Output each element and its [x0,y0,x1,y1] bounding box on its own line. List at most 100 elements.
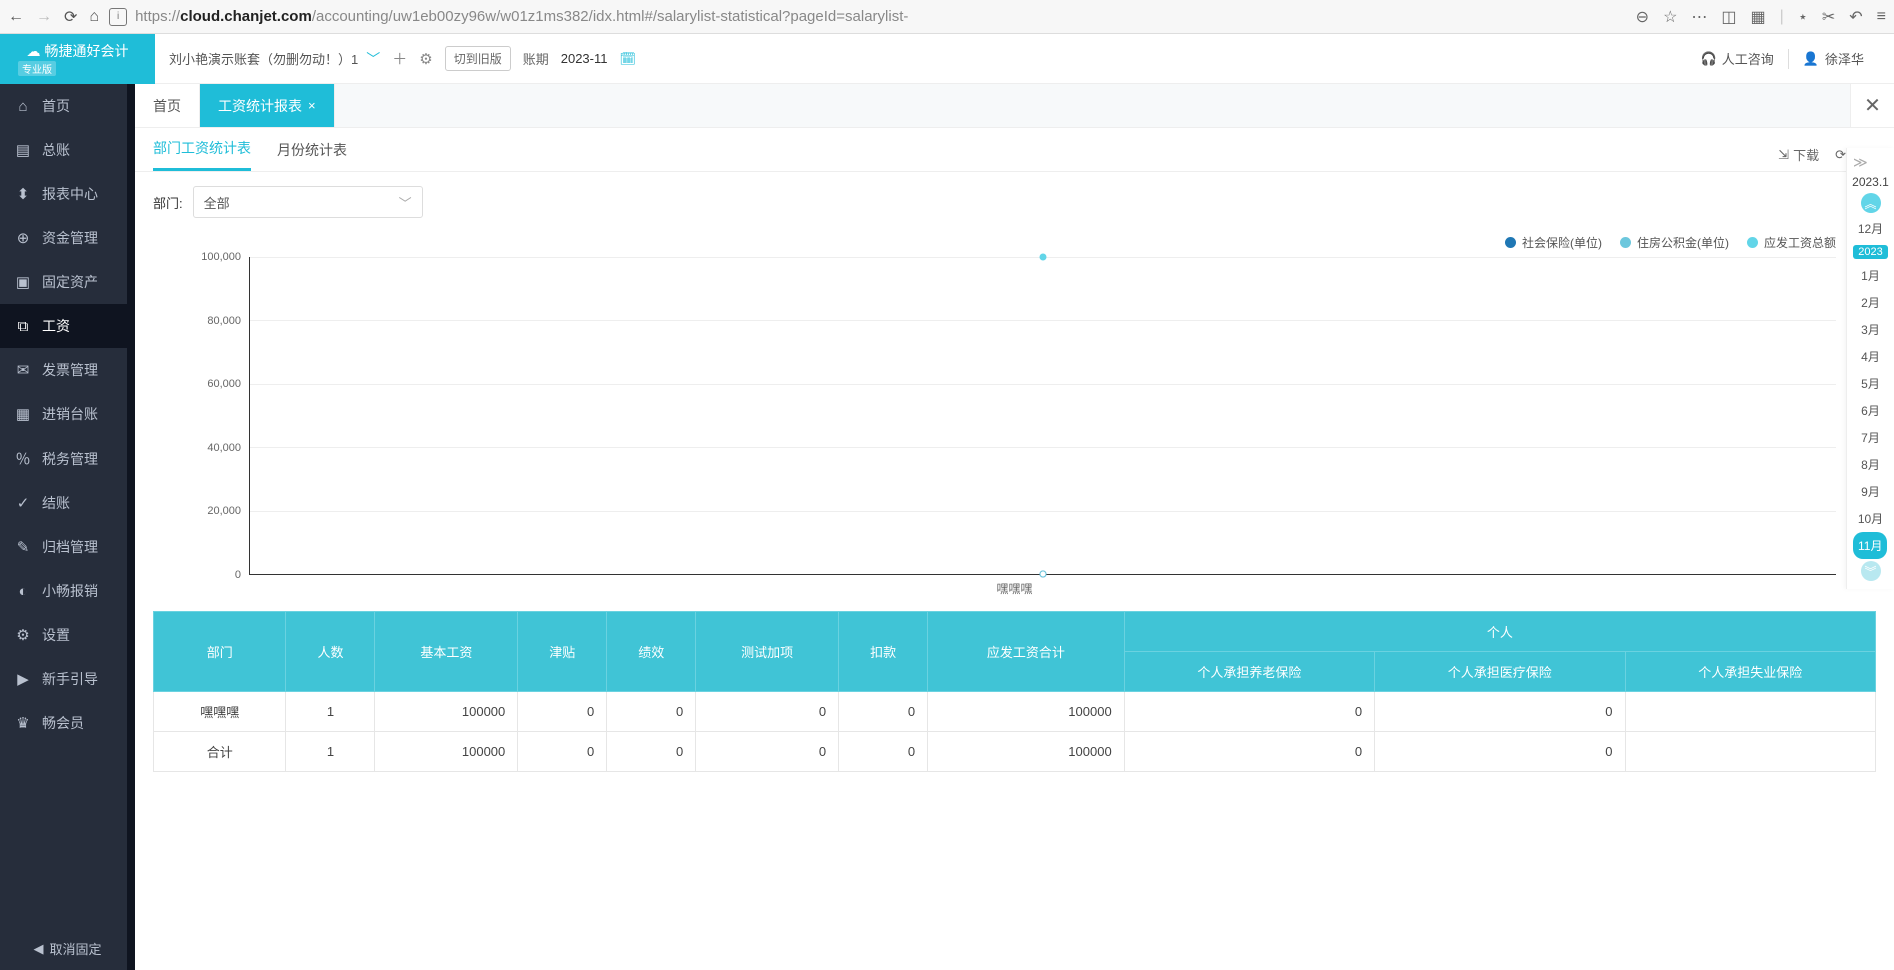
star-icon[interactable]: ☆ [1663,7,1677,27]
month-item[interactable]: 12月 [1853,215,1887,242]
cell: 0 [696,732,839,772]
chart: 020,00040,00060,00080,000100,000 嘿嘿嘿 [193,257,1836,597]
legend-item[interactable]: 应发工资总额 [1747,234,1836,251]
sidebar-item-0[interactable]: ⌂ 首页 [0,84,135,128]
sidebar-item-8[interactable]: ％税务管理 [0,436,135,481]
grid-line [250,384,1836,385]
sidebar-icon: ▤ [14,141,32,159]
chevron-down-icon: ﹀ [366,49,380,69]
logo[interactable]: ☁畅捷通好会计 专业版 [0,34,155,84]
month-item[interactable]: 7月 [1853,424,1887,451]
download-button[interactable]: ⇲ 下载 [1778,145,1819,164]
subtab-month[interactable]: 月份统计表 [277,140,347,170]
sidebar-item-7[interactable]: ▦进销台账 [0,392,135,436]
gear-icon[interactable]: ⚙ [419,50,432,68]
month-item[interactable]: 6月 [1853,397,1887,424]
data-point[interactable] [1040,571,1047,578]
month-item[interactable]: 11月 [1853,532,1887,559]
sidebar-item-11[interactable]: ◐小畅报销 [0,569,135,613]
month-rail: ≫ 2023.1 ︽ 12月20231月2月3月4月5月6月7月8月9月10月1… [1846,148,1894,589]
apps-icon[interactable]: ▦ [1751,7,1766,27]
sidebar-item-label: 首页 [42,96,70,116]
dept-select[interactable]: 全部 ﹀ [193,186,423,218]
sidebar-item-13[interactable]: ▶新手引导 [0,657,135,701]
col-header: 人数 [286,612,375,692]
back-icon[interactable]: ← [8,8,24,26]
sidebar-scrollbar[interactable] [127,84,135,970]
month-item[interactable]: 3月 [1853,316,1887,343]
account-selector[interactable]: 刘小艳演示账套（勿删勿动！）1 ﹀ [169,49,380,69]
more-icon[interactable]: ⋯ [1691,7,1707,27]
bookmark-star-icon[interactable]: ⋆ [1798,7,1808,27]
legend-item[interactable]: 住房公积金(单位) [1620,234,1729,251]
collapse-rail-icon[interactable]: ≫ [1853,154,1868,171]
subtab-dept[interactable]: 部门工资统计表 [153,138,251,171]
sidebar-item-label: 资金管理 [42,228,98,248]
undo-icon[interactable]: ↶ [1849,7,1862,27]
sidebar-item-14[interactable]: ♛畅会员 [0,701,135,745]
data-point[interactable] [1040,254,1047,261]
sidebar-item-9[interactable]: ✓结账 [0,481,135,525]
tab-home-label: 首页 [153,96,181,116]
tab-salary-stats[interactable]: 工资统计报表 × [200,84,335,127]
rail-up-icon[interactable]: ︽ [1861,193,1881,213]
sidebar-icon: ▶ [14,670,32,688]
month-item[interactable]: 4月 [1853,343,1887,370]
calendar-icon[interactable]: 🗓 [619,51,636,67]
divider [1788,49,1789,69]
legend-item[interactable]: 社会保险(单位) [1505,234,1602,251]
sidebar-item-10[interactable]: ✎归档管理 [0,525,135,569]
switch-old-button[interactable]: 切到旧版 [445,46,511,71]
cell: 0 [1124,692,1374,732]
sidebar-item-3[interactable]: ⊕资金管理 [0,216,135,260]
cut-icon[interactable]: ✂ [1822,7,1835,27]
forward-icon[interactable]: → [36,8,52,26]
month-item[interactable]: 1月 [1853,262,1887,289]
sidebar-item-label: 工资 [42,316,70,336]
sidebar-item-label: 小畅报销 [42,581,98,601]
sidebar-item-6[interactable]: ✉发票管理 [0,348,135,392]
cell: 0 [1124,732,1374,772]
month-item[interactable]: 10月 [1853,505,1887,532]
month-item[interactable]: 5月 [1853,370,1887,397]
sidebar-item-5[interactable]: ⧉工资 [0,304,135,348]
period-label: 账期 [523,49,549,68]
shield-icon[interactable]: i [109,8,127,26]
add-icon[interactable]: ＋ [392,48,407,69]
sidebar-item-label: 进销台账 [42,404,98,424]
rail-down-icon[interactable]: ︾ [1861,561,1881,581]
url-host: cloud.chanjet.com [180,8,312,25]
menu-icon[interactable]: ≡ [1877,8,1886,26]
sidebar-icon: ⌂ [14,98,32,115]
tab-home[interactable]: 首页 [135,84,200,127]
download-label: 下载 [1793,145,1819,164]
pocket-icon[interactable]: ◫ [1721,7,1736,27]
sidebar-item-label: 总账 [42,140,70,160]
month-item[interactable]: 2月 [1853,289,1887,316]
sidebar-item-label: 发票管理 [42,360,98,380]
dept-filter-label: 部门: [153,193,183,212]
close-all-tabs-button[interactable]: ✕ [1850,84,1894,127]
zoom-out-icon[interactable]: ⊖ [1636,7,1649,27]
unpin-button[interactable]: ◀ 取消固定 [0,927,135,970]
month-item[interactable]: 9月 [1853,478,1887,505]
app-header: ☁畅捷通好会计 专业版 刘小艳演示账套（勿删勿动！）1 ﹀ ＋ ⚙ 切到旧版 账… [0,34,1894,84]
sidebar-item-1[interactable]: ▤ 总账 [0,128,135,172]
cell: 0 [518,692,607,732]
y-tick: 0 [235,569,241,581]
col-header: 应发工资合计 [928,612,1125,692]
sidebar-item-2[interactable]: ⬍报表中心 [0,172,135,216]
col-group-header: 个人 [1124,612,1875,652]
sidebar-item-12[interactable]: ⚙设置 [0,613,135,657]
cell: 1 [286,732,375,772]
filter-row: 部门: 全部 ﹀ [135,172,1894,224]
user-menu[interactable]: 👤 徐泽华 [1803,49,1864,68]
url-bar[interactable]: https://cloud.chanjet.com/accounting/uw1… [135,8,1626,25]
reload-icon[interactable]: ⟳ [64,7,77,27]
home-icon[interactable]: ⌂ [89,8,99,26]
sidebar-item-label: 报表中心 [42,184,98,204]
consult-button[interactable]: 🎧 人工咨询 [1701,49,1774,68]
month-item[interactable]: 8月 [1853,451,1887,478]
sidebar-item-4[interactable]: ▣固定资产 [0,260,135,304]
close-tab-icon[interactable]: × [308,98,316,113]
